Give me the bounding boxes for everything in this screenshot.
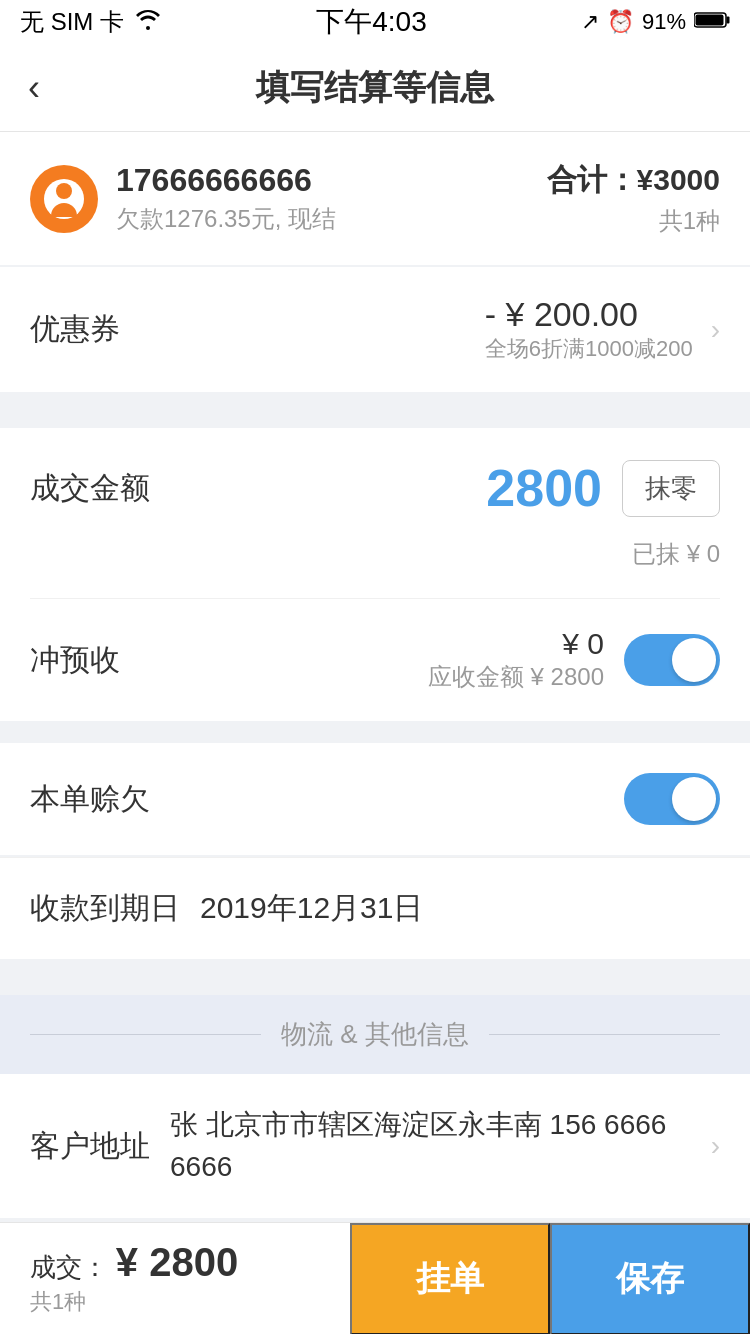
status-right: ↗ ⏰ 91% xyxy=(581,9,730,35)
coupon-row[interactable]: 优惠券 - ¥ 200.00 全场6折满1000减200 › xyxy=(0,267,750,392)
coupon-label: 优惠券 xyxy=(30,309,120,350)
footer-tx-line: 成交： ¥ 2800 xyxy=(30,1240,320,1285)
hang-button[interactable]: 挂单 xyxy=(350,1223,550,1335)
back-button[interactable]: ‹ xyxy=(28,67,40,109)
user-details: 17666666666 欠款1276.35元, 现结 xyxy=(116,162,336,235)
logistics-header: 物流 & 其他信息 xyxy=(0,995,750,1074)
battery-text: 91% xyxy=(642,9,686,35)
tx-sub: 已抹 ¥ 0 xyxy=(0,538,750,598)
due-date-row: 收款到期日 2019年12月31日 xyxy=(0,858,750,959)
page-title: 填写结算等信息 xyxy=(256,65,494,111)
no-sim-text: 无 SIM 卡 xyxy=(20,6,124,38)
user-total: 合计：¥3000 共1种 xyxy=(547,160,720,237)
address-value: 张 北京市市辖区海淀区永丰南 156 6666 6666 xyxy=(170,1104,703,1188)
footer-summary: 成交： ¥ 2800 共1种 xyxy=(0,1240,350,1317)
avatar-icon xyxy=(44,179,84,219)
debt-row: 本单赊欠 xyxy=(0,743,750,855)
precollect-right: ¥ 0 应收金额 ¥ 2800 xyxy=(428,627,720,693)
total-count: 共1种 xyxy=(547,205,720,237)
location-icon: ↗ xyxy=(581,9,599,35)
svg-rect-1 xyxy=(727,17,730,24)
status-bar: 无 SIM 卡 下午4:03 ↗ ⏰ 91% xyxy=(0,0,750,44)
tx-label: 成交金额 xyxy=(30,468,150,509)
avatar xyxy=(30,165,98,233)
total-amount: 合计：¥3000 xyxy=(547,160,720,201)
coupon-desc: 全场6折满1000减200 xyxy=(485,334,693,364)
precollect-amount: ¥ 0 应收金额 ¥ 2800 xyxy=(428,627,604,693)
user-info-card: 17666666666 欠款1276.35元, 现结 合计：¥3000 共1种 xyxy=(0,132,750,265)
section-gap-3 xyxy=(0,975,750,995)
footer-bar: 成交： ¥ 2800 共1种 挂单 保存 xyxy=(0,1222,750,1334)
precollect-label: 冲预收 xyxy=(30,640,120,681)
user-debt: 欠款1276.35元, 现结 xyxy=(116,203,336,235)
wifi-icon xyxy=(134,8,162,36)
tx-right: 2800 抹零 xyxy=(486,458,720,518)
pre-sub: 应收金额 ¥ 2800 xyxy=(428,661,604,693)
chevron-right-icon: › xyxy=(711,314,720,346)
svg-rect-2 xyxy=(696,15,724,26)
battery-icon xyxy=(694,9,730,35)
round-button[interactable]: 抹零 xyxy=(622,460,720,517)
footer-tx-label: 成交： xyxy=(30,1252,108,1282)
status-left: 无 SIM 卡 xyxy=(20,6,162,38)
address-row[interactable]: 客户地址 张 北京市市辖区海淀区永丰南 156 6666 6666 › xyxy=(0,1074,750,1218)
status-time: 下午4:03 xyxy=(316,3,427,41)
section-gap-2 xyxy=(0,723,750,743)
due-date-value: 2019年12月31日 xyxy=(200,888,423,929)
logistics-line-right xyxy=(489,1034,720,1035)
tx-amount-value: 2800 xyxy=(486,458,602,518)
logistics-title: 物流 & 其他信息 xyxy=(281,1017,469,1052)
debt-toggle[interactable] xyxy=(624,773,720,825)
section-gap-1 xyxy=(0,408,750,428)
due-label: 收款到期日 xyxy=(30,888,180,929)
footer-count: 共1种 xyxy=(30,1287,320,1317)
user-left: 17666666666 欠款1276.35元, 现结 xyxy=(30,162,336,235)
coupon-right: - ¥ 200.00 全场6折满1000减200 › xyxy=(485,295,720,364)
logistics-line-left xyxy=(30,1034,261,1035)
precollect-row: 冲预收 ¥ 0 应收金额 ¥ 2800 xyxy=(0,599,750,721)
coupon-amount: - ¥ 200.00 xyxy=(485,295,693,334)
nav-bar: ‹ 填写结算等信息 xyxy=(0,44,750,132)
address-label: 客户地址 xyxy=(30,1126,150,1167)
user-phone: 17666666666 xyxy=(116,162,336,199)
debt-label: 本单赊欠 xyxy=(30,779,150,820)
precollect-toggle[interactable] xyxy=(624,634,720,686)
transaction-section: 成交金额 2800 抹零 已抹 ¥ 0 冲预收 ¥ 0 应收金额 ¥ 2800 xyxy=(0,428,750,721)
tx-amount-row: 成交金额 2800 抹零 xyxy=(0,428,750,538)
address-chevron-icon: › xyxy=(711,1130,720,1162)
footer-tx-amount: ¥ 2800 xyxy=(116,1240,238,1284)
save-button[interactable]: 保存 xyxy=(550,1223,750,1335)
alarm-icon: ⏰ xyxy=(607,9,634,35)
pre-value: ¥ 0 xyxy=(428,627,604,661)
